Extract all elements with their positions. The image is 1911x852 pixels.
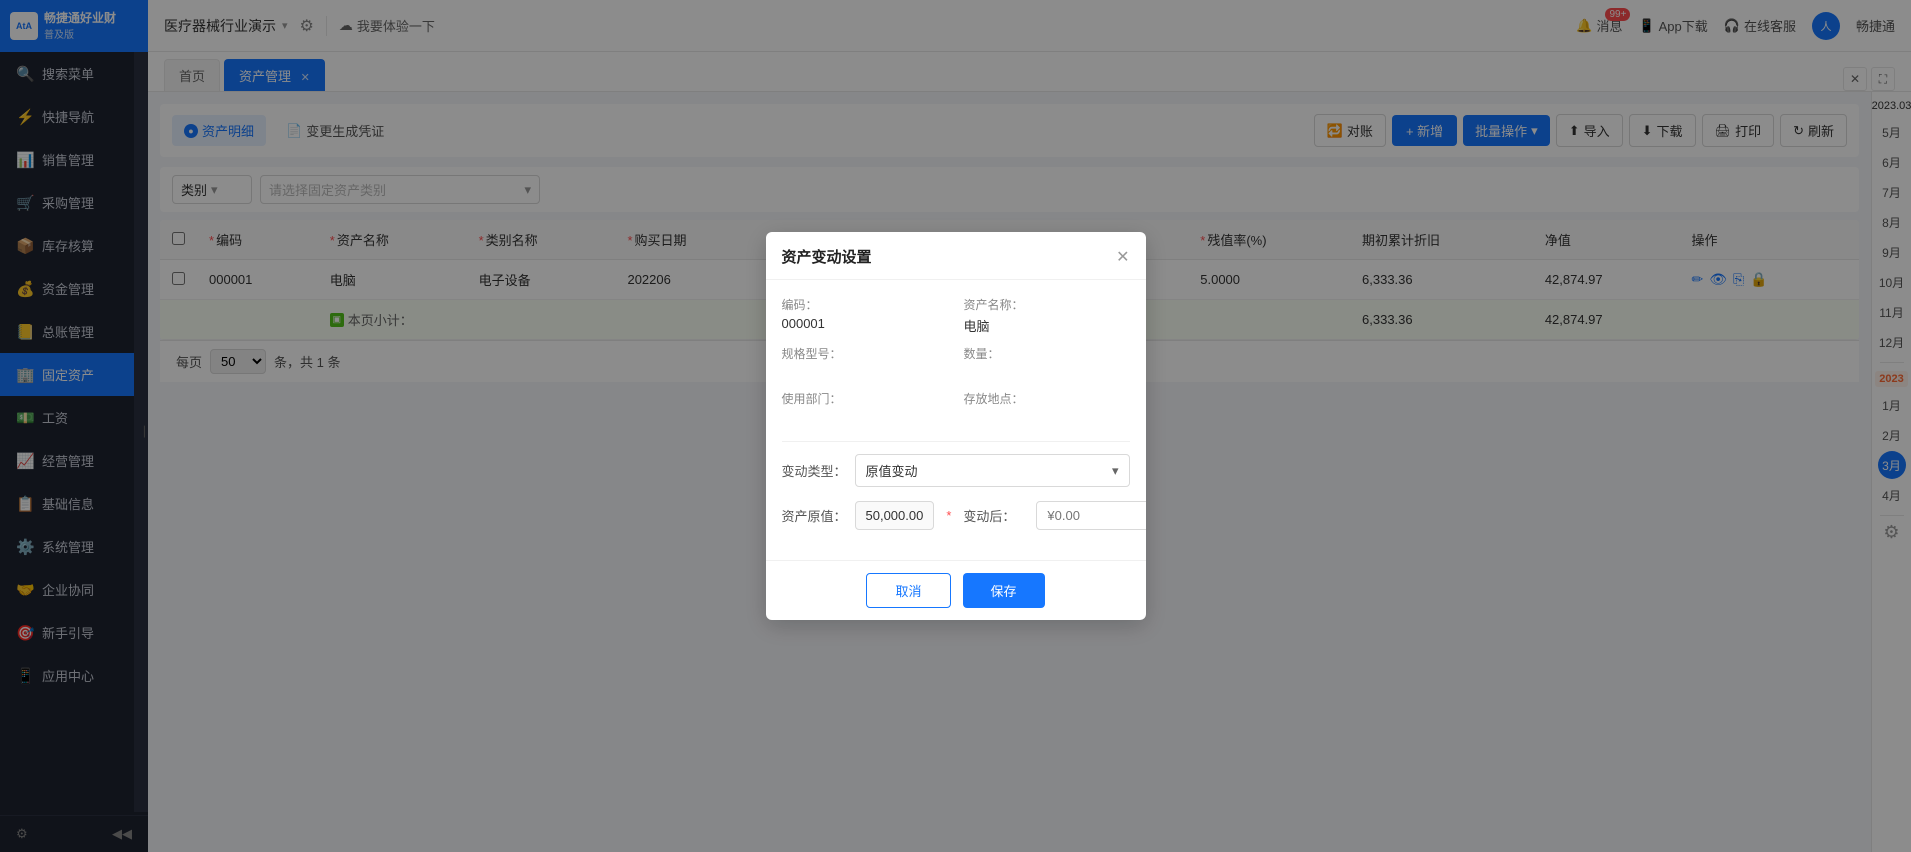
dept-value <box>782 410 948 425</box>
modal-spec-field: 规格型号： <box>782 345 948 380</box>
change-type-dropdown-icon: ▾ <box>1112 463 1119 479</box>
change-type-select[interactable]: 原值变动 ▾ <box>855 454 1130 487</box>
modal-code-field: 编码： 000001 <box>782 296 948 335</box>
modal-overlay: 资产变动设置 ✕ 编码： 000001 资产名称： 电脑 规格型号： 数量： <box>0 0 1911 852</box>
modal-asset-name-field: 资产名称： 电脑 <box>964 296 1130 335</box>
modal-location-field: 存放地点： <box>964 390 1130 425</box>
modal-footer: 取消 保存 <box>766 560 1146 620</box>
code-label: 编码： <box>782 296 948 313</box>
original-value-label: 资产原值： <box>782 506 847 525</box>
after-value-input[interactable] <box>1036 501 1145 530</box>
location-label: 存放地点： <box>964 390 1130 407</box>
modal-close-btn[interactable]: ✕ <box>1116 247 1129 267</box>
modal-info-grid: 编码： 000001 资产名称： 电脑 规格型号： 数量： 使用部门： <box>782 296 1130 425</box>
required-star: * <box>946 508 951 523</box>
after-value-label: 变动后： <box>963 506 1028 525</box>
spec-label: 规格型号： <box>782 345 948 362</box>
modal-body: 编码： 000001 资产名称： 电脑 规格型号： 数量： 使用部门： <box>766 280 1146 560</box>
original-value-input: 50,000.00 <box>855 501 935 530</box>
quantity-value <box>964 365 1130 380</box>
change-type-label: 变动类型： <box>782 461 847 480</box>
dept-label: 使用部门： <box>782 390 948 407</box>
modal-header: 资产变动设置 ✕ <box>766 232 1146 280</box>
modal-quantity-field: 数量： <box>964 345 1130 380</box>
modal-title: 资产变动设置 <box>782 246 872 267</box>
modal-divider <box>782 441 1130 442</box>
quantity-label: 数量： <box>964 345 1130 362</box>
original-value-row: 资产原值： 50,000.00 * 变动后： <box>782 501 1130 530</box>
asset-name-label: 资产名称： <box>964 296 1130 313</box>
location-value <box>964 410 1130 425</box>
asset-change-modal: 资产变动设置 ✕ 编码： 000001 资产名称： 电脑 规格型号： 数量： <box>766 232 1146 620</box>
asset-name-value: 电脑 <box>964 316 1130 335</box>
change-type-row: 变动类型： 原值变动 ▾ <box>782 454 1130 487</box>
spec-value <box>782 365 948 380</box>
code-value: 000001 <box>782 316 948 331</box>
cancel-btn[interactable]: 取消 <box>866 573 950 608</box>
save-btn[interactable]: 保存 <box>963 573 1045 608</box>
modal-dept-field: 使用部门： <box>782 390 948 425</box>
